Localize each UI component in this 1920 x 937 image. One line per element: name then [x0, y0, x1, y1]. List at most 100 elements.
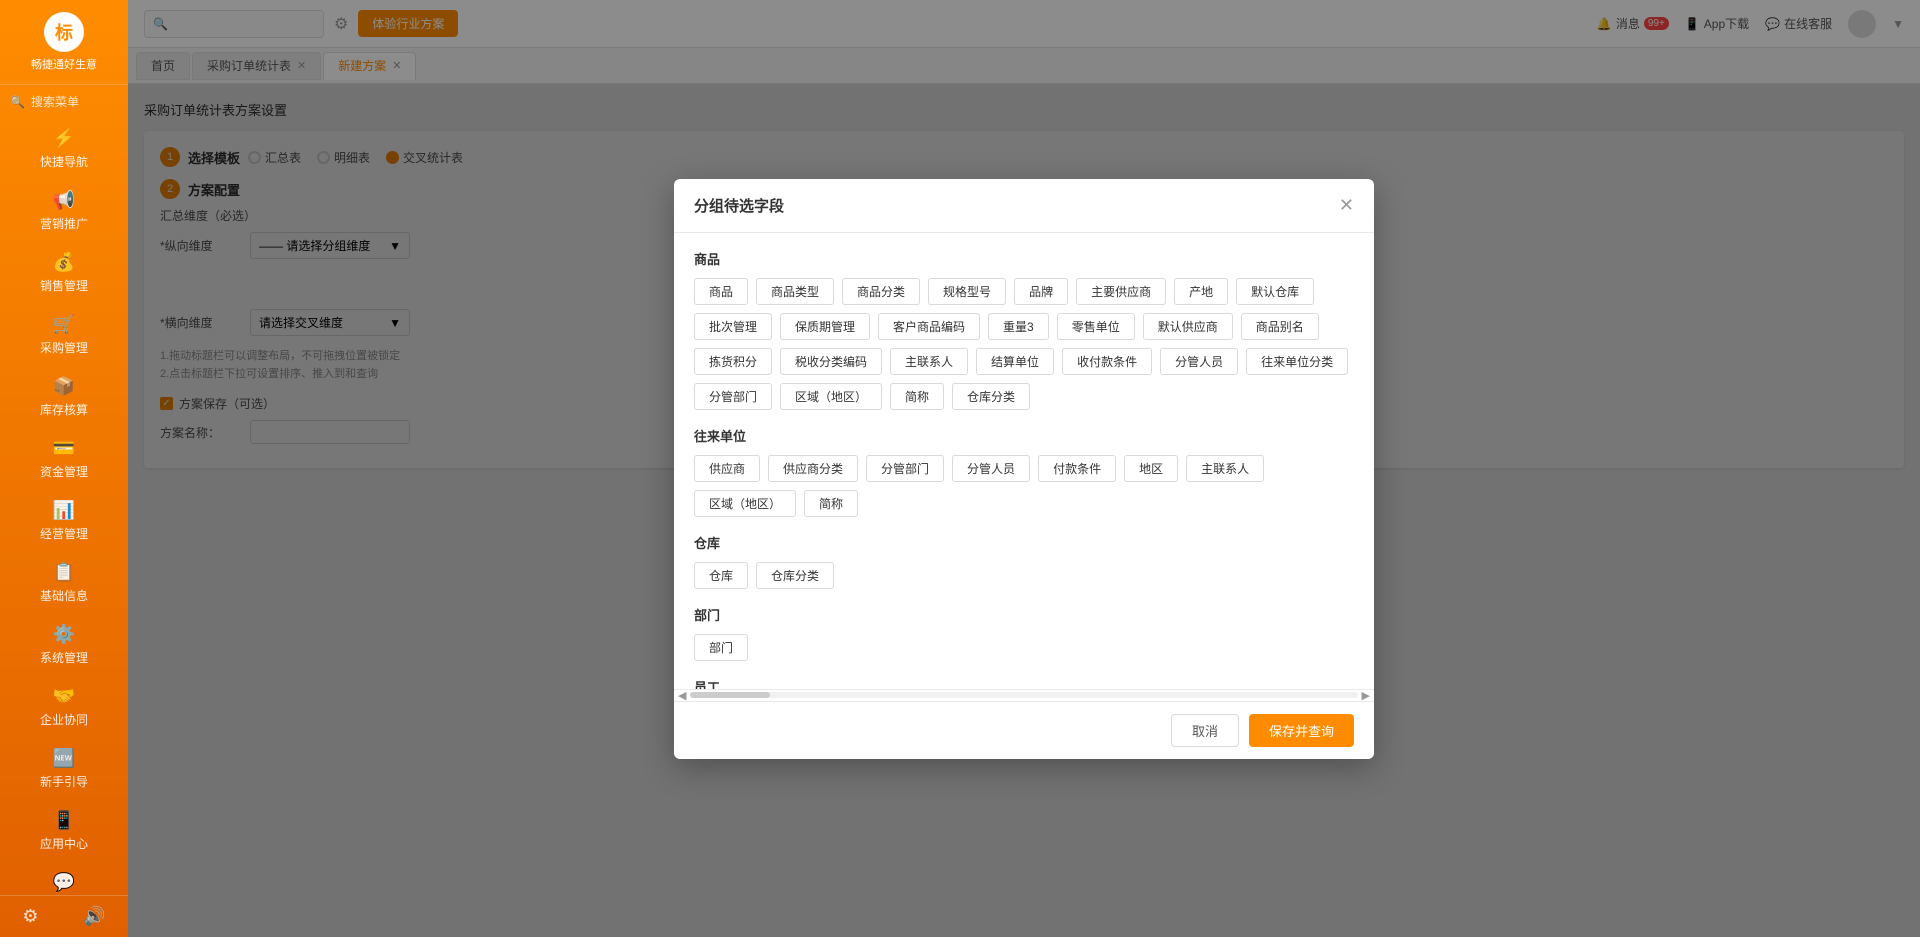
field-tag-付款条件[interactable]: 付款条件 — [1038, 455, 1116, 482]
field-tag-区域-地区-[interactable]: 区域（地区） — [694, 490, 796, 517]
field-tag-商品类型[interactable]: 商品类型 — [756, 278, 834, 305]
logo-icon: 标 — [44, 12, 84, 52]
search-icon: 🔍 — [10, 95, 25, 109]
sidebar: 标 畅捷通好生意 🔍 搜索菜单 ⚡ 快捷导航 📢 营销推广 💰 销售管理 🛒 采… — [0, 0, 128, 937]
field-tag-重量3[interactable]: 重量3 — [988, 313, 1049, 340]
field-tag-简称[interactable]: 简称 — [804, 490, 858, 517]
field-tag-部门[interactable]: 部门 — [694, 634, 748, 661]
speaker-icon[interactable]: 🔊 — [83, 906, 105, 927]
purchase-label: 采购管理 — [40, 339, 88, 356]
section-title-counterparty: 往来单位 — [694, 426, 1354, 445]
search-label: 搜索菜单 — [31, 93, 79, 110]
sidebar-item-system[interactable]: ⚙️ 系统管理 — [0, 614, 128, 676]
field-tag-主联系人[interactable]: 主联系人 — [890, 348, 968, 375]
field-tag-商品别名[interactable]: 商品别名 — [1241, 313, 1319, 340]
field-tag-简称[interactable]: 简称 — [890, 383, 944, 410]
field-tag-零售单位[interactable]: 零售单位 — [1057, 313, 1135, 340]
guide-label: 新手引导 — [40, 773, 88, 790]
enterprise-icon: 🤝 — [53, 686, 75, 707]
sidebar-item-purchase[interactable]: 🛒 采购管理 — [0, 304, 128, 366]
sales-icon: 💰 — [53, 252, 75, 273]
app-center-label: 应用中心 — [40, 835, 88, 852]
sidebar-item-wechat[interactable]: 💬 企业微信 — [0, 862, 128, 895]
field-tags-warehouse: 仓库仓库分类 — [694, 562, 1354, 589]
app-center-icon: 📱 — [53, 810, 75, 831]
hscroll-thumb — [690, 692, 770, 698]
field-tag-结算单位[interactable]: 结算单位 — [976, 348, 1054, 375]
field-tag-供应商[interactable]: 供应商 — [694, 455, 760, 482]
sidebar-item-app-center[interactable]: 📱 应用中心 — [0, 800, 128, 862]
field-tag-客户商品编码[interactable]: 客户商品编码 — [878, 313, 980, 340]
field-tag-供应商分类[interactable]: 供应商分类 — [768, 455, 858, 482]
field-tag-仓库分类[interactable]: 仓库分类 — [756, 562, 834, 589]
field-tag-税收分类编码[interactable]: 税收分类编码 — [780, 348, 882, 375]
finance-icon: 💳 — [53, 438, 75, 459]
purchase-icon: 🛒 — [53, 314, 75, 335]
field-tag-批次管理[interactable]: 批次管理 — [694, 313, 772, 340]
settings-icon[interactable]: ⚙ — [22, 906, 38, 927]
sidebar-item-basic-info[interactable]: 📋 基础信息 — [0, 552, 128, 614]
field-tag-主要供应商[interactable]: 主要供应商 — [1076, 278, 1166, 305]
system-icon: ⚙️ — [53, 624, 75, 645]
modal-close-button[interactable]: ✕ — [1339, 195, 1354, 216]
guide-icon: 🆕 — [53, 748, 75, 769]
basic-info-label: 基础信息 — [40, 587, 88, 604]
save-query-button[interactable]: 保存并查询 — [1249, 714, 1354, 747]
cancel-button[interactable]: 取消 — [1171, 714, 1239, 747]
sidebar-nav: ⚡ 快捷导航 📢 营销推广 💰 销售管理 🛒 采购管理 📦 库存核算 💳 资金管… — [0, 118, 128, 895]
field-tag-拣货积分[interactable]: 拣货积分 — [694, 348, 772, 375]
inventory-icon: 📦 — [53, 376, 75, 397]
section-title-goods: 商品 — [694, 249, 1354, 268]
sidebar-item-enterprise[interactable]: 🤝 企业协同 — [0, 676, 128, 738]
sidebar-item-inventory[interactable]: 📦 库存核算 — [0, 366, 128, 428]
field-tag-默认仓库[interactable]: 默认仓库 — [1236, 278, 1314, 305]
marketing-icon: 📢 — [53, 190, 75, 211]
modal-header: 分组待选字段 ✕ — [674, 179, 1374, 233]
field-tag-收付款条件[interactable]: 收付款条件 — [1062, 348, 1152, 375]
modal-hscroll[interactable]: ◀ ▶ — [674, 689, 1374, 701]
field-tag-默认供应商[interactable]: 默认供应商 — [1143, 313, 1233, 340]
wechat-icon: 💬 — [53, 872, 75, 893]
field-tag-往来单位分类[interactable]: 往来单位分类 — [1246, 348, 1348, 375]
section-title-department: 部门 — [694, 605, 1354, 624]
field-tag-分管部门[interactable]: 分管部门 — [694, 383, 772, 410]
field-tag-仓库分类[interactable]: 仓库分类 — [952, 383, 1030, 410]
field-tag-分管部门[interactable]: 分管部门 — [866, 455, 944, 482]
sidebar-item-finance[interactable]: 💳 资金管理 — [0, 428, 128, 490]
field-section-warehouse: 仓库仓库仓库分类 — [694, 533, 1354, 589]
field-section-staff: 员工业务员 — [694, 677, 1354, 689]
field-tag-保质期管理[interactable]: 保质期管理 — [780, 313, 870, 340]
field-tag-地区[interactable]: 地区 — [1124, 455, 1178, 482]
field-tag-主联系人[interactable]: 主联系人 — [1186, 455, 1264, 482]
sidebar-item-guide[interactable]: 🆕 新手引导 — [0, 738, 128, 800]
field-tag-分管人员[interactable]: 分管人员 — [952, 455, 1030, 482]
field-tag-区域-地区-[interactable]: 区域（地区） — [780, 383, 882, 410]
field-tag-产地[interactable]: 产地 — [1174, 278, 1228, 305]
sidebar-item-sales[interactable]: 💰 销售管理 — [0, 242, 128, 304]
sales-label: 销售管理 — [40, 277, 88, 294]
system-label: 系统管理 — [40, 649, 88, 666]
field-selector-modal: 分组待选字段 ✕ 商品商品商品类型商品分类规格型号品牌主要供应商产地默认仓库批次… — [674, 179, 1374, 759]
sidebar-item-quick-nav[interactable]: ⚡ 快捷导航 — [0, 118, 128, 180]
field-tag-品牌[interactable]: 品牌 — [1014, 278, 1068, 305]
sidebar-item-marketing[interactable]: 📢 营销推广 — [0, 180, 128, 242]
modal-body: 商品商品商品类型商品分类规格型号品牌主要供应商产地默认仓库批次管理保质期管理客户… — [674, 233, 1374, 689]
sidebar-search[interactable]: 🔍 搜索菜单 — [0, 85, 128, 118]
field-section-department: 部门部门 — [694, 605, 1354, 661]
field-tag-规格型号[interactable]: 规格型号 — [928, 278, 1006, 305]
modal-overlay: 分组待选字段 ✕ 商品商品商品类型商品分类规格型号品牌主要供应商产地默认仓库批次… — [128, 0, 1920, 937]
marketing-label: 营销推广 — [40, 215, 88, 232]
sidebar-item-operations[interactable]: 📊 经营管理 — [0, 490, 128, 552]
field-tag-仓库[interactable]: 仓库 — [694, 562, 748, 589]
field-tag-分管人员[interactable]: 分管人员 — [1160, 348, 1238, 375]
basic-info-icon: 📋 — [53, 562, 75, 583]
quick-nav-label: 快捷导航 — [40, 153, 88, 170]
operations-icon: 📊 — [53, 500, 75, 521]
enterprise-label: 企业协同 — [40, 711, 88, 728]
field-tag-商品分类[interactable]: 商品分类 — [842, 278, 920, 305]
finance-label: 资金管理 — [40, 463, 88, 480]
modal-title: 分组待选字段 — [694, 195, 784, 216]
hscroll-track — [690, 692, 1357, 698]
field-tag-商品[interactable]: 商品 — [694, 278, 748, 305]
logo-text: 畅捷通好生意 — [31, 56, 97, 72]
